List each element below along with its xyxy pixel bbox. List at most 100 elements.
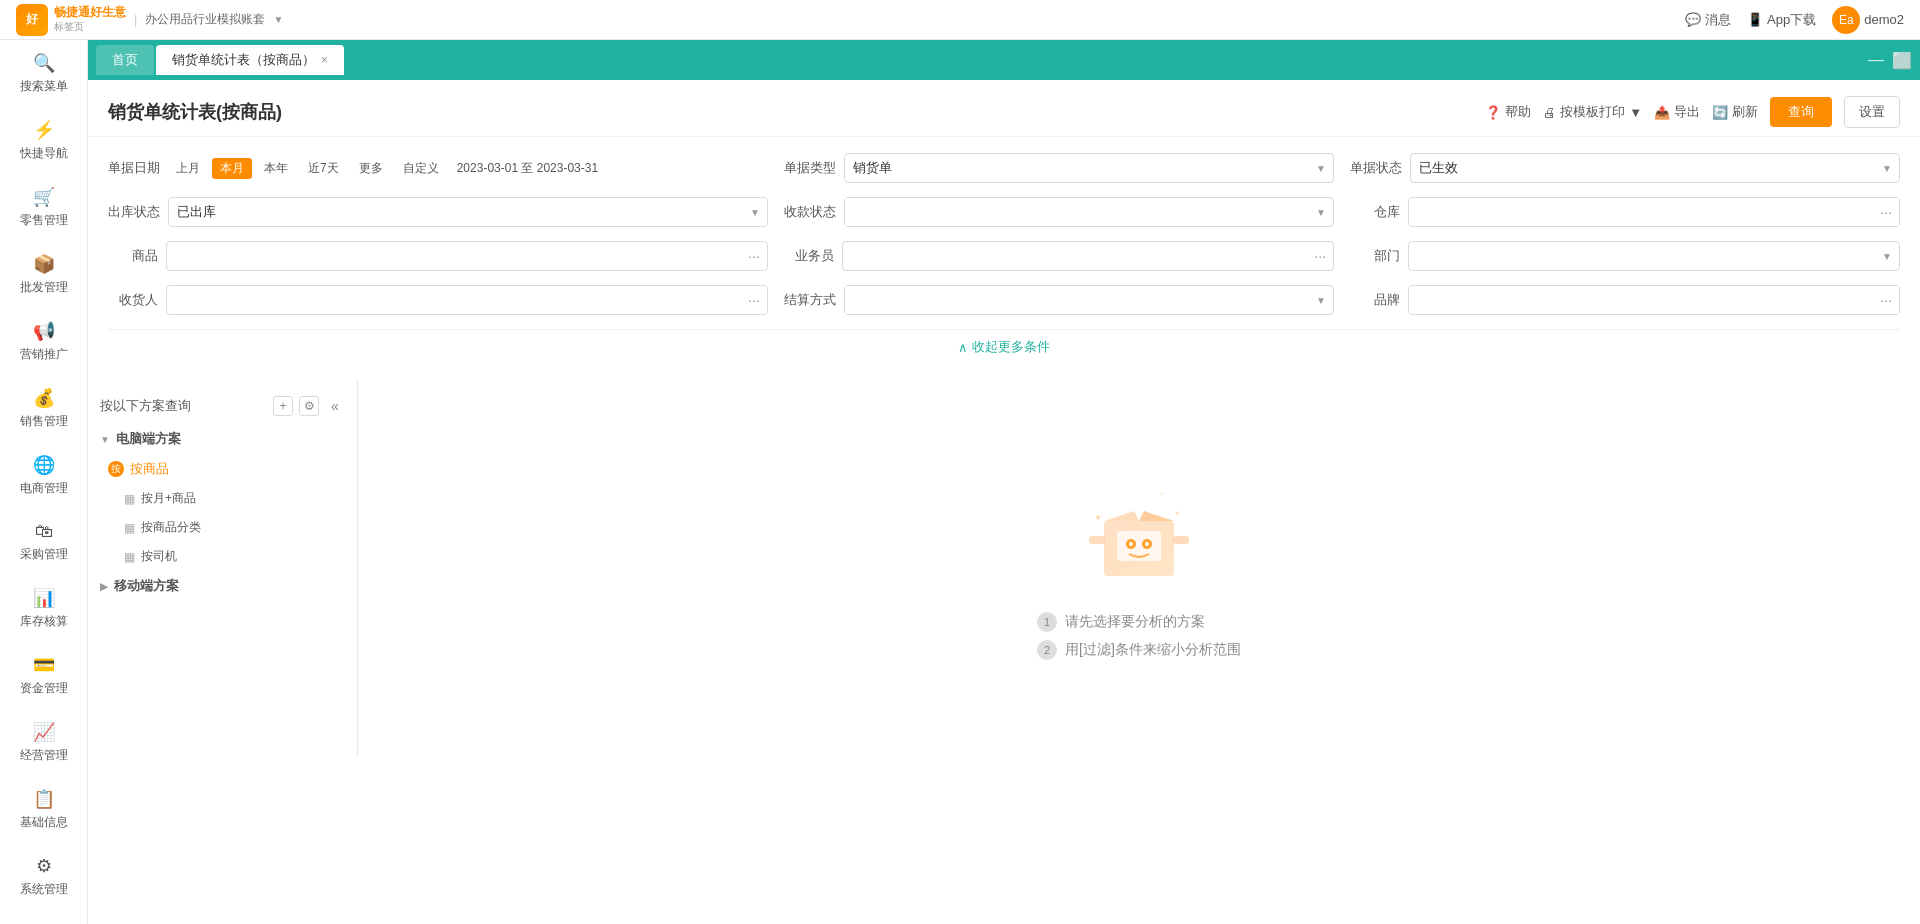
date-this-month-tab[interactable]: 本月 bbox=[212, 158, 252, 179]
product-input[interactable] bbox=[166, 241, 768, 271]
left-panel: 按以下方案查询 + ⚙ « bbox=[88, 380, 358, 756]
out-status-input[interactable] bbox=[168, 197, 768, 227]
sidebar-item-marketing[interactable]: 📢 营销推广 bbox=[0, 308, 87, 375]
collect-status-label: 收款状态 bbox=[784, 203, 836, 221]
user-area[interactable]: Ea demo2 bbox=[1832, 6, 1904, 34]
app-dropdown-icon[interactable]: ▼ bbox=[273, 14, 283, 25]
message-icon: 💬 bbox=[1685, 12, 1701, 27]
tree-by-cashier[interactable]: ▦ 按司机 bbox=[88, 542, 357, 571]
collect-status-input[interactable] bbox=[844, 197, 1334, 227]
product-filter-item: 商品 ··· bbox=[108, 241, 768, 271]
date-recent7-tab[interactable]: 近7天 bbox=[300, 158, 347, 179]
receiver-filter-item: 收货人 ··· bbox=[108, 285, 768, 315]
step-num-2: 2 bbox=[1037, 640, 1057, 660]
print-button[interactable]: 🖨 按模板打印 ▼ bbox=[1543, 103, 1642, 121]
sidebar-item-inventory[interactable]: 📊 库存核算 bbox=[0, 575, 87, 642]
sidebar-item-search[interactable]: 🔍 搜索菜单 bbox=[0, 40, 87, 107]
tab-active[interactable]: 销货单统计表（按商品） × bbox=[156, 45, 344, 75]
settings-solution-button[interactable]: ⚙ bbox=[299, 396, 319, 416]
tree-mobile-solution[interactable]: ▶ 移动端方案 bbox=[88, 571, 357, 601]
doc-type-filter-item: 单据类型 ▼ bbox=[784, 153, 1334, 183]
brand-input[interactable] bbox=[1408, 285, 1900, 315]
query-button[interactable]: 查询 bbox=[1770, 97, 1832, 127]
message-button[interactable]: 💬 消息 bbox=[1685, 11, 1731, 29]
split-layout: 按以下方案查询 + ⚙ « bbox=[88, 380, 1920, 756]
collapse-panel-button[interactable]: « bbox=[325, 396, 345, 416]
content-area: 首页 销货单统计表（按商品） × — ⬜ 销货单统计表(按商品) bbox=[88, 40, 1920, 924]
wholesale-icon: 📦 bbox=[33, 253, 55, 275]
doc-type-input[interactable] bbox=[844, 153, 1334, 183]
sidebar-item-quicknav[interactable]: ⚡ 快捷导航 bbox=[0, 107, 87, 174]
settlement-control: ▼ bbox=[844, 285, 1334, 315]
empty-illustration: ✦ ✦ ✦ bbox=[1079, 476, 1199, 596]
left-panel-header: 按以下方案查询 + ⚙ « bbox=[88, 392, 357, 424]
sidebar-item-retail[interactable]: 🛒 零售管理 bbox=[0, 174, 87, 241]
dept-label: 部门 bbox=[1350, 247, 1400, 265]
tree-sub-icon-3: ▦ bbox=[124, 550, 135, 564]
print-dropdown-icon: ▼ bbox=[1629, 105, 1642, 120]
date-last-month-tab[interactable]: 上月 bbox=[168, 158, 208, 179]
settlement-label: 结算方式 bbox=[784, 291, 836, 309]
date-custom-tab[interactable]: 自定义 bbox=[395, 158, 447, 179]
warehouse-input[interactable] bbox=[1408, 197, 1900, 227]
sidebar-item-sales[interactable]: 💰 销售管理 bbox=[0, 375, 87, 442]
ecommerce-icon: 🌐 bbox=[33, 454, 55, 476]
sidebar-item-system[interactable]: ⚙ 系统管理 bbox=[0, 843, 87, 910]
product-label: 商品 bbox=[108, 247, 158, 265]
add-solution-button[interactable]: + bbox=[273, 396, 293, 416]
svg-text:✦: ✦ bbox=[1159, 491, 1164, 497]
tree-by-month-product[interactable]: ▦ 按月+商品 bbox=[88, 484, 357, 513]
sidebar-item-enterprise[interactable]: 🤝 企业协同 bbox=[0, 910, 87, 924]
collapse-more-button[interactable]: ∧ 收起更多条件 bbox=[108, 329, 1900, 364]
finance-icon: 💳 bbox=[33, 654, 55, 676]
filter-row-1: 单据日期 上月 本月 本年 近7天 更多 自定义 20 bbox=[108, 153, 1900, 183]
dept-input[interactable] bbox=[1408, 241, 1900, 271]
empty-state: ✦ ✦ ✦ 1 请先选择要分析的方案 2 bbox=[378, 396, 1900, 740]
window-maximize-button[interactable]: ⬜ bbox=[1892, 51, 1912, 70]
window-minimize-button[interactable]: — bbox=[1868, 51, 1884, 70]
sidebar-item-ecommerce[interactable]: 🌐 电商管理 bbox=[0, 442, 87, 509]
business-icon: 📈 bbox=[33, 721, 55, 743]
salesperson-input[interactable] bbox=[842, 241, 1334, 271]
help-button[interactable]: ❓ 帮助 bbox=[1485, 103, 1531, 121]
receiver-label: 收货人 bbox=[108, 291, 158, 309]
sidebar-item-finance[interactable]: 💳 资金管理 bbox=[0, 642, 87, 709]
receiver-input[interactable] bbox=[166, 285, 768, 315]
tab-home[interactable]: 首页 bbox=[96, 45, 154, 75]
tree-mobile-expand-icon: ▶ bbox=[100, 581, 108, 592]
sidebar: 🔍 搜索菜单 ⚡ 快捷导航 🛒 零售管理 📦 批发管理 📢 营销推广 💰 bbox=[0, 40, 88, 924]
tree-pc-solution[interactable]: ▼ 电脑端方案 bbox=[88, 424, 357, 454]
filter-row-3: 商品 ··· 业务员 ··· bbox=[108, 241, 1900, 271]
top-bar: 好 畅捷通好生意 标签页 | 办公用品行业模拟账套 ▼ 💬 消息 📱 App下载 bbox=[0, 0, 1920, 40]
export-button[interactable]: 📤 导出 bbox=[1654, 103, 1700, 121]
sidebar-item-wholesale[interactable]: 📦 批发管理 bbox=[0, 241, 87, 308]
app-download-button[interactable]: 📱 App下载 bbox=[1747, 11, 1816, 29]
tab-close-button[interactable]: × bbox=[321, 53, 328, 67]
tree-by-product[interactable]: 按 按商品 bbox=[88, 454, 357, 484]
step-num-1: 1 bbox=[1037, 612, 1057, 632]
refresh-button[interactable]: 🔄 刷新 bbox=[1712, 103, 1758, 121]
retail-icon: 🛒 bbox=[33, 186, 55, 208]
tree-by-product-category[interactable]: ▦ 按商品分类 bbox=[88, 513, 357, 542]
export-icon: 📤 bbox=[1654, 105, 1670, 120]
print-icon: 🖨 bbox=[1543, 105, 1556, 120]
doc-status-filter-item: 单据状态 ▼ bbox=[1350, 153, 1900, 183]
svg-text:✦: ✦ bbox=[1174, 509, 1181, 518]
doc-type-control: ▼ bbox=[844, 153, 1334, 183]
add-icon: + bbox=[279, 399, 286, 413]
top-bar-right: 💬 消息 📱 App下载 Ea demo2 bbox=[1685, 6, 1904, 34]
right-panel: ✦ ✦ ✦ 1 请先选择要分析的方案 2 bbox=[358, 380, 1920, 756]
settings-button[interactable]: 设置 bbox=[1844, 96, 1900, 128]
settlement-input[interactable] bbox=[844, 285, 1334, 315]
settlement-filter-item: 结算方式 ▼ bbox=[784, 285, 1334, 315]
warehouse-control: ··· bbox=[1408, 197, 1900, 227]
sidebar-item-basic[interactable]: 📋 基础信息 bbox=[0, 776, 87, 843]
date-more-tab[interactable]: 更多 bbox=[351, 158, 391, 179]
sidebar-item-purchase[interactable]: 🛍 采购管理 bbox=[0, 509, 87, 575]
date-filter-item: 单据日期 上月 本月 本年 近7天 更多 自定义 20 bbox=[108, 158, 768, 179]
doc-status-input[interactable] bbox=[1410, 153, 1900, 183]
date-this-year-tab[interactable]: 本年 bbox=[256, 158, 296, 179]
salesperson-filter-item: 业务员 ··· bbox=[784, 241, 1334, 271]
sidebar-item-business[interactable]: 📈 经营管理 bbox=[0, 709, 87, 776]
collect-status-filter-item: 收款状态 ▼ bbox=[784, 197, 1334, 227]
